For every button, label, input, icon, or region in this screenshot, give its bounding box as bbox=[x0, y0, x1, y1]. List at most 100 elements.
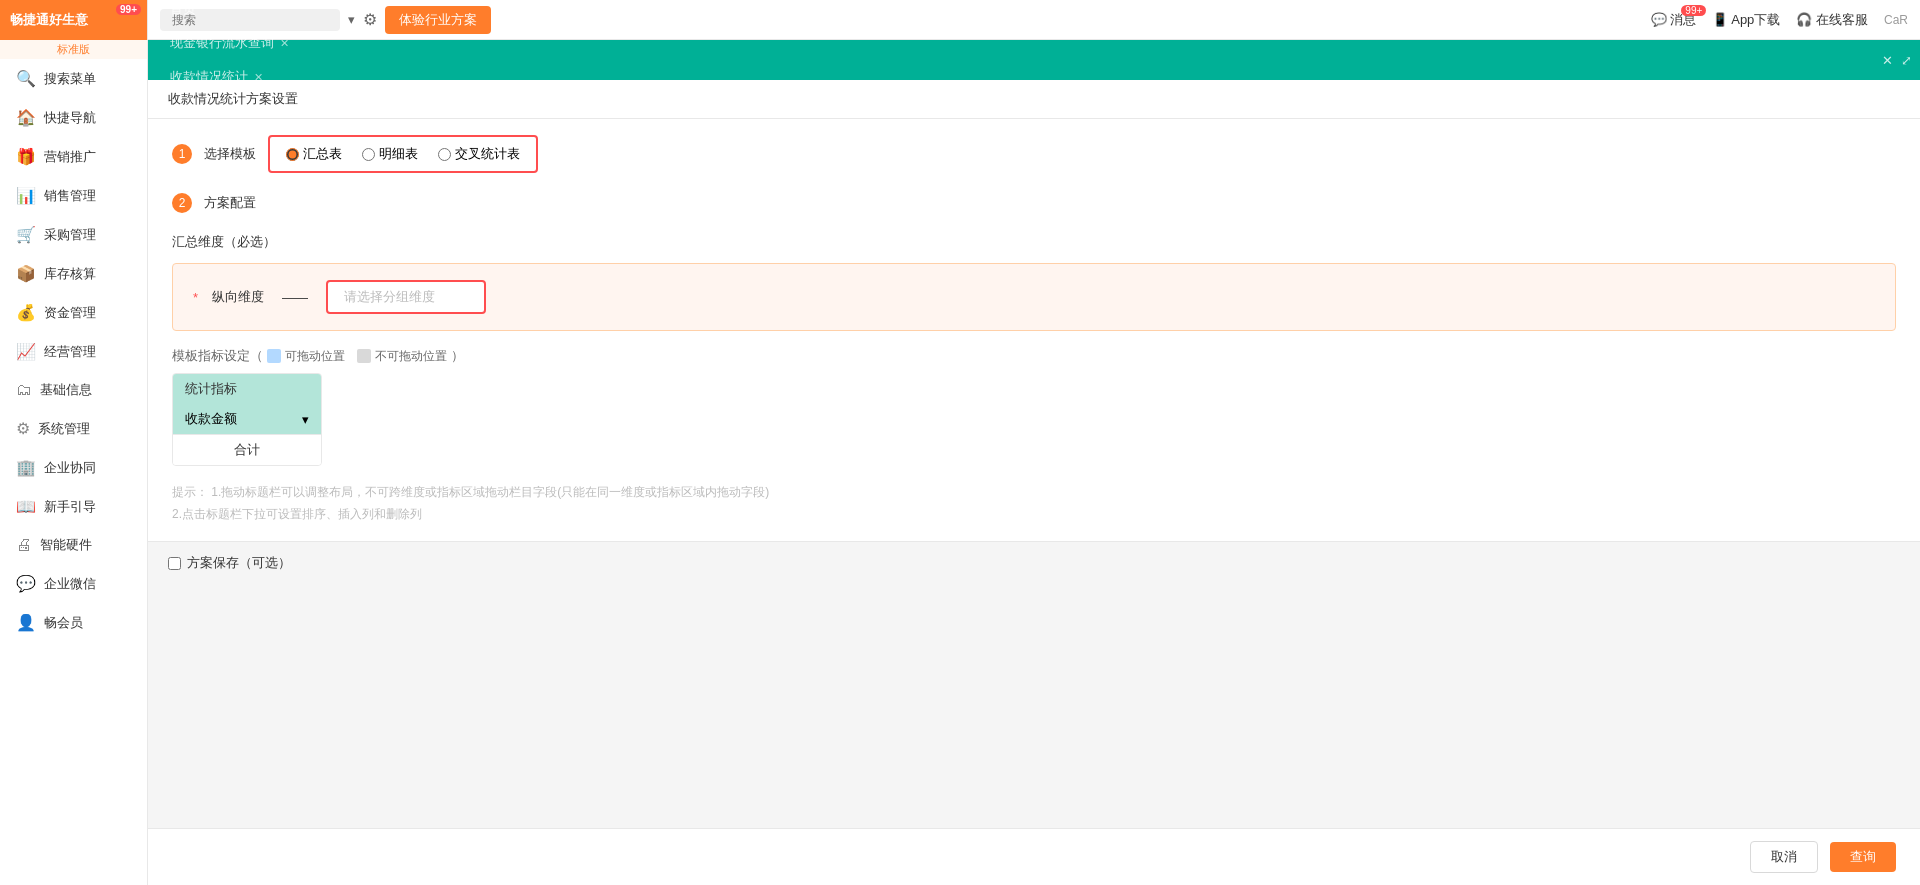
sidebar-item-label: 企业微信 bbox=[44, 575, 96, 593]
basic-icon: 🗂 bbox=[16, 381, 32, 399]
form-section: 1 选择模板 汇总表 明细表 交叉统计表 bbox=[148, 119, 1920, 541]
sidebar-edition: 标准版 bbox=[0, 40, 147, 59]
page-content: 收款情况统计方案设置 1 选择模板 汇总表 明细表 bbox=[148, 80, 1920, 828]
sidebar-item-hardware[interactable]: 🖨智能硬件 bbox=[0, 526, 147, 564]
online-service[interactable]: 🎧 在线客服 bbox=[1796, 11, 1868, 29]
save-option[interactable]: 方案保存（可选） bbox=[168, 554, 291, 572]
save-option-bar: 方案保存（可选） bbox=[148, 541, 1920, 584]
sidebar-item-wechat[interactable]: 💬 企业微信 bbox=[0, 564, 147, 603]
option-cross[interactable]: 交叉统计表 bbox=[438, 145, 520, 163]
dim-arrow: —— bbox=[282, 290, 308, 305]
indicator-table: 统计指标 收款金额 ▾ 合计 bbox=[172, 373, 322, 466]
sidebar-item-search-menu[interactable]: 🔍 搜索菜单 bbox=[0, 59, 147, 98]
inventory-icon: 📦 bbox=[16, 264, 36, 283]
tabbar-controls: ✕ ⤢ bbox=[1882, 53, 1912, 68]
sidebar-logo: 畅捷通好生意 99+ bbox=[0, 0, 147, 40]
cancel-button[interactable]: 取消 bbox=[1750, 841, 1818, 873]
sidebar-item-basic[interactable]: 🗂基础信息 bbox=[0, 371, 147, 409]
dim-select[interactable]: 请选择分组维度 bbox=[326, 280, 486, 314]
sidebar-item-label: 智能硬件 bbox=[40, 536, 92, 554]
sidebar-item-quick-nav[interactable]: 🏠快捷导航 bbox=[0, 98, 147, 137]
tab-label-bank-flow: 现金银行流水查询 bbox=[170, 34, 274, 52]
sidebar-item-sales[interactable]: 📊销售管理 bbox=[0, 176, 147, 215]
sidebar-item-inventory[interactable]: 📦 库存核算 bbox=[0, 254, 147, 293]
wechat-icon: 💬 bbox=[16, 574, 36, 593]
sidebar-item-label: 销售管理 bbox=[44, 187, 96, 205]
topbar: ▾ ⚙ 体验行业方案 💬 消息 99+ 📱 App下载 🎧 在线客服 CaR bbox=[148, 0, 1920, 40]
step1-row: 1 选择模板 汇总表 明细表 交叉统计表 bbox=[172, 135, 1896, 173]
indicator-title-label: 模板指标设定（ bbox=[172, 347, 263, 365]
radio-detail[interactable] bbox=[362, 148, 375, 161]
sidebar-item-label: 系统管理 bbox=[38, 420, 90, 438]
sidebar-item-member[interactable]: 👤畅会员 bbox=[0, 603, 147, 642]
system-icon: ⚙ bbox=[16, 419, 30, 438]
dimension-title: 汇总维度（必选） bbox=[172, 233, 1896, 251]
sidebar-item-capital[interactable]: 💰 资金管理 bbox=[0, 293, 147, 332]
close-window-icon[interactable]: ✕ bbox=[1882, 53, 1893, 68]
sidebar-item-label: 企业协同 bbox=[44, 459, 96, 477]
column-header[interactable]: 收款金额 ▾ bbox=[173, 404, 321, 434]
tabbar: 首页现金银行流水查询 ✕收款情况统计 ✕新建方案 ✕ ✕ ⤢ bbox=[148, 40, 1920, 80]
enterprise-icon: 🏢 bbox=[16, 458, 36, 477]
column-label: 收款金额 bbox=[185, 410, 237, 428]
sidebar-item-newbie[interactable]: 📖新手引导 bbox=[0, 487, 147, 526]
option-detail[interactable]: 明细表 bbox=[362, 145, 418, 163]
save-checkbox[interactable] bbox=[168, 557, 181, 570]
config-section: 汇总维度（必选） * 纵向维度 —— 请选择分组维度 模板指标设定（ 可拖动位置 bbox=[172, 233, 1896, 525]
sidebar-item-label: 经营管理 bbox=[44, 343, 96, 361]
search-menu-icon: 🔍 bbox=[16, 69, 36, 88]
radio-cross[interactable] bbox=[438, 148, 451, 161]
app-download[interactable]: 📱 App下载 bbox=[1712, 11, 1780, 29]
sidebar-item-marketing[interactable]: 🎁营销推广 bbox=[0, 137, 147, 176]
tab-close-new-plan[interactable]: ✕ bbox=[228, 105, 237, 118]
user-avatar: CaR bbox=[1884, 13, 1908, 27]
dropdown-icon[interactable]: ▾ bbox=[348, 12, 355, 27]
sidebar-item-label: 搜索菜单 bbox=[44, 70, 96, 88]
step1-label: 选择模板 bbox=[204, 145, 256, 163]
dimension-box: * 纵向维度 —— 请选择分组维度 bbox=[172, 263, 1896, 331]
tab-close-bank-flow[interactable]: ✕ bbox=[280, 37, 289, 50]
draggable-legend-dot bbox=[267, 349, 281, 363]
save-option-label: 方案保存（可选） bbox=[187, 554, 291, 572]
sidebar-item-enterprise[interactable]: 🏢 企业协同 bbox=[0, 448, 147, 487]
tips-section: 提示： 1.拖动标题栏可以调整布局，不可跨维度或指标区域拖动栏目字段(只能在同一… bbox=[172, 482, 1896, 525]
sidebar-item-operation[interactable]: 📈 经营管理 bbox=[0, 332, 147, 371]
tab-bank-flow[interactable]: 现金银行流水查询 ✕ bbox=[156, 26, 303, 60]
member-icon: 👤 bbox=[16, 613, 36, 632]
footer-buttons: 取消 查询 bbox=[148, 828, 1920, 885]
step2-row: 2 方案配置 bbox=[172, 193, 1896, 213]
trial-button[interactable]: 体验行业方案 bbox=[385, 6, 491, 34]
logo-badge: 99+ bbox=[116, 4, 141, 15]
expand-icon[interactable]: ⤢ bbox=[1901, 53, 1912, 68]
option-summary[interactable]: 汇总表 bbox=[286, 145, 342, 163]
sidebar-item-label: 资金管理 bbox=[44, 304, 96, 322]
fixed-legend-dot bbox=[357, 349, 371, 363]
template-options: 汇总表 明细表 交叉统计表 bbox=[268, 135, 538, 173]
sidebar-item-label: 采购管理 bbox=[44, 226, 96, 244]
indicator-table-header[interactable]: 统计指标 bbox=[173, 374, 321, 404]
indicator-legend-row: 模板指标设定（ 可拖动位置 不可拖动位置 ） bbox=[172, 347, 1896, 365]
radio-summary[interactable] bbox=[286, 148, 299, 161]
required-marker: * bbox=[193, 290, 198, 305]
main-area: ▾ ⚙ 体验行业方案 💬 消息 99+ 📱 App下载 🎧 在线客服 CaR 首… bbox=[148, 0, 1920, 885]
column-chevron: ▾ bbox=[302, 412, 309, 427]
message-badge: 99+ bbox=[1681, 5, 1706, 16]
sidebar-item-purchase[interactable]: 🛒采购管理 bbox=[0, 215, 147, 254]
step1-num: 1 bbox=[172, 144, 192, 164]
tab-home[interactable]: 首页 bbox=[156, 0, 303, 26]
query-button[interactable]: 查询 bbox=[1830, 842, 1896, 872]
option-summary-label: 汇总表 bbox=[303, 145, 342, 163]
tab-close-receipt-stats[interactable]: ✕ bbox=[254, 71, 263, 84]
capital-icon: 💰 bbox=[16, 303, 36, 322]
vertical-dim-row: * 纵向维度 —— 请选择分组维度 bbox=[193, 280, 1875, 314]
sidebar-item-label: 新手引导 bbox=[44, 498, 96, 516]
indicator-tables: 统计指标 收款金额 ▾ 合计 bbox=[172, 373, 1896, 466]
sidebar: 畅捷通好生意 99+ 标准版 🔍 搜索菜单 🏠快捷导航🎁营销推广📊销售管理🛒采购管理… bbox=[0, 0, 148, 885]
sidebar-item-label: 库存核算 bbox=[44, 265, 96, 283]
tab-label-home: 首页 bbox=[170, 0, 196, 18]
operation-icon: 📈 bbox=[16, 342, 36, 361]
sidebar-item-system[interactable]: ⚙ 系统管理 bbox=[0, 409, 147, 448]
message-icon[interactable]: 💬 消息 99+ bbox=[1651, 11, 1697, 29]
gear-icon[interactable]: ⚙ bbox=[363, 10, 377, 29]
quick-nav-icon: 🏠 bbox=[16, 108, 36, 127]
